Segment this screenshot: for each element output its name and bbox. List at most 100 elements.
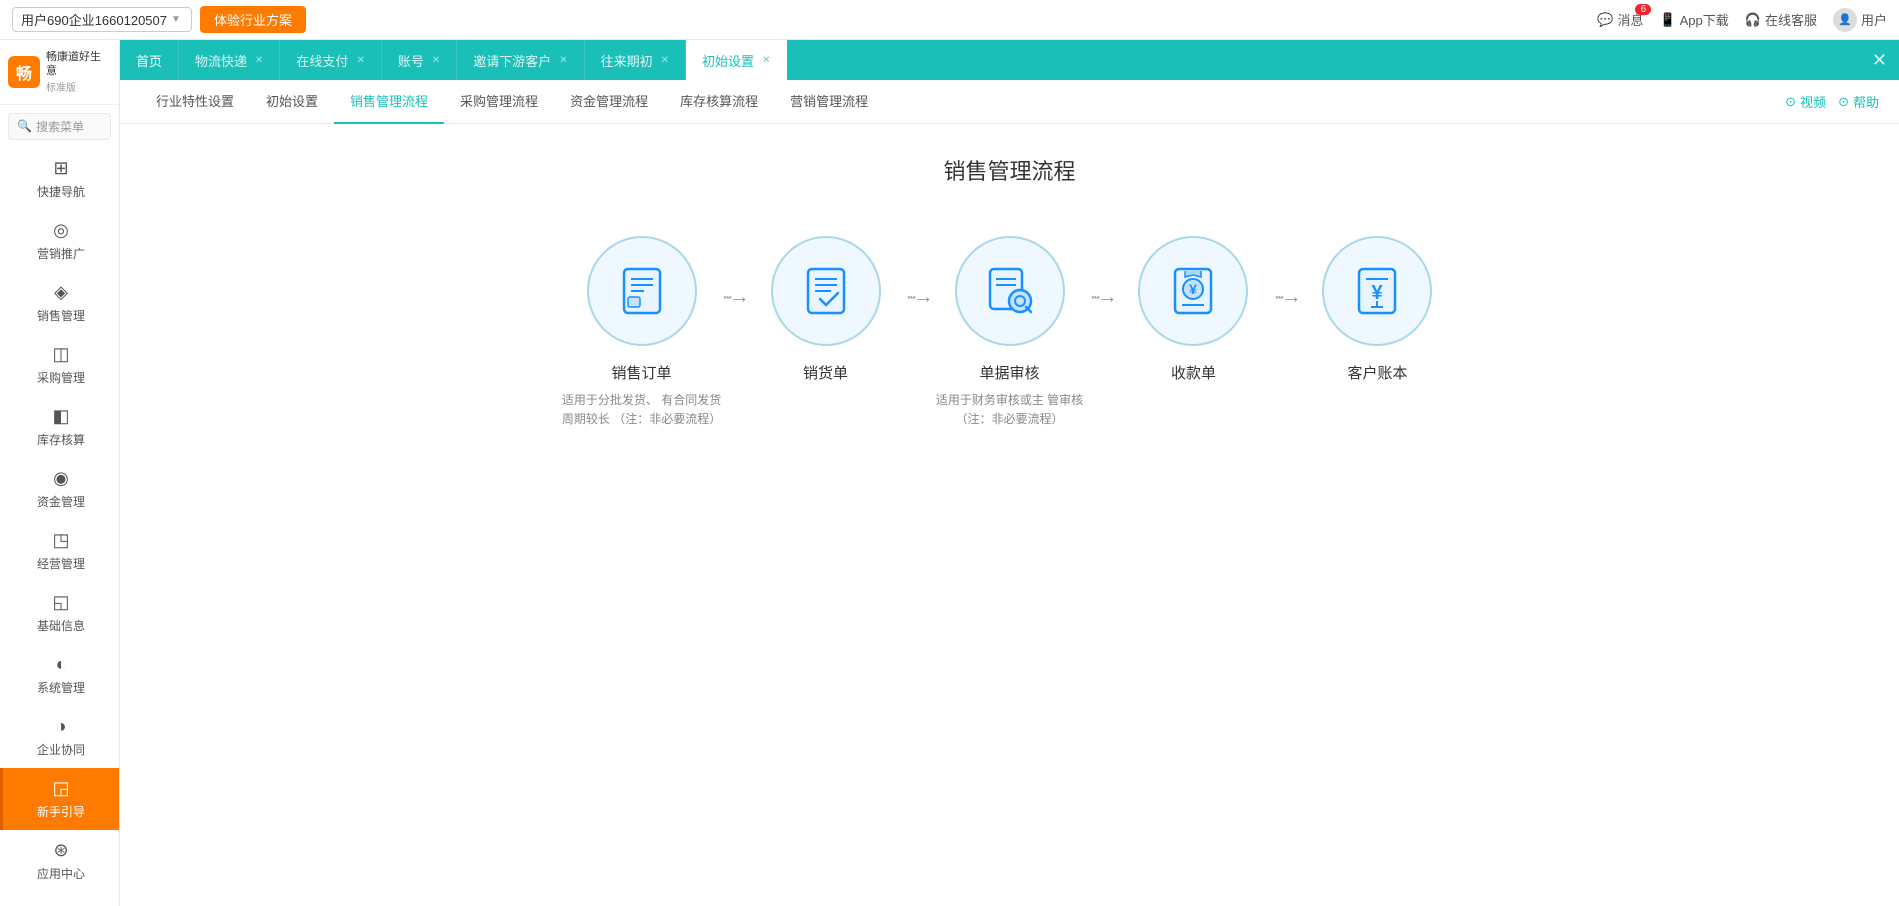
menu-icon-system-mgmt: ◐ (56, 654, 67, 675)
sub-tabs: 行业特性设置初始设置销售管理流程采购管理流程资金管理流程库存核算流程营销管理流程… (120, 80, 1899, 124)
user-name-label: 用户 (1861, 10, 1887, 29)
nav-tab-close-period-init[interactable]: ✕ (661, 55, 669, 66)
message-btn[interactable]: 💬 消息 6 (1597, 10, 1643, 29)
menu-icon-finance-mgmt: ◉ (53, 468, 69, 489)
nav-tab-close-logistics[interactable]: ✕ (255, 55, 263, 66)
nav-tab-logistics[interactable]: 物流快递 ✕ (179, 40, 280, 80)
help-link[interactable]: ⊙ 帮助 (1838, 92, 1879, 111)
sidebar-item-operations-mgmt[interactable]: ◳ 经营管理 (0, 520, 119, 582)
online-service-btn[interactable]: 🎧 在线客服 (1745, 10, 1817, 29)
nav-tab-close-account[interactable]: ✕ (432, 55, 440, 66)
flow-circle-sales-invoice (771, 236, 881, 346)
flow-step-name-doc-review: 单据审核 (979, 362, 1039, 383)
trial-btn[interactable]: 体验行业方案 (200, 6, 306, 33)
nav-tab-home[interactable]: 首页 (120, 40, 179, 80)
avatar: 👤 (1833, 8, 1857, 32)
flow-step-receipt[interactable]: ¥ 收款单 (1113, 236, 1273, 391)
flow-step-sales-order[interactable]: 销售订单适用于分批发货、 有合同发货周期较长 （注：非必要流程） (562, 236, 722, 429)
nav-tab-account[interactable]: 账号 ✕ (382, 40, 457, 80)
logo-icon: 畅 (8, 56, 40, 88)
menu-label-system-mgmt: 系统管理 (37, 679, 85, 696)
menu-icon-inventory: ◧ (52, 406, 69, 427)
flow-diagram: 销售订单适用于分批发货、 有合同发货周期较长 （注：非必要流程） ···→ 销货单… (160, 236, 1859, 429)
flow-circle-receipt: ¥ (1138, 236, 1248, 346)
logo-version: 标准版 (46, 79, 111, 94)
top-bar-left: 用户690企业1660120507 ▼ 体验行业方案 (12, 6, 306, 33)
search-btn[interactable]: 🔍 搜索菜单 (8, 113, 111, 140)
nav-tab-label-payment: 在线支付 (296, 51, 348, 70)
page-title: 销售管理流程 (160, 154, 1859, 186)
nav-tab-label-home: 首页 (136, 51, 162, 70)
flow-circle-doc-review (955, 236, 1065, 346)
nav-tab-close-invite-downstream[interactable]: ✕ (559, 55, 567, 66)
sidebar-item-purchase-mgmt[interactable]: ◫ 采购管理 (0, 334, 119, 396)
sidebar-item-app-center[interactable]: ⊛ 应用中心 (0, 830, 119, 892)
sidebar-item-new-user-guide[interactable]: ◲ 新手引导 (0, 768, 119, 830)
sidebar-item-basic-info[interactable]: ◱ 基础信息 (0, 582, 119, 644)
top-bar: 用户690企业1660120507 ▼ 体验行业方案 💬 消息 6 📱 App下… (0, 0, 1899, 40)
headset-icon: 🎧 (1745, 12, 1761, 28)
user-selector[interactable]: 用户690企业1660120507 ▼ (12, 7, 192, 32)
nav-close-all-btn[interactable]: ✕ (1860, 50, 1899, 71)
sub-tab-industry-settings[interactable]: 行业特性设置 (140, 80, 250, 124)
sidebar-item-finance-mgmt[interactable]: ◉ 资金管理 (0, 458, 119, 520)
flow-step-desc-sales-order: 适用于分批发货、 有合同发货周期较长 （注：非必要流程） (562, 391, 722, 429)
search-label: 搜索菜单 (36, 118, 84, 135)
video-link[interactable]: ⊙ 视频 (1785, 92, 1826, 111)
flow-circle-customer-ledger: ¥ (1322, 236, 1432, 346)
flow-step-name-sales-order: 销售订单 (612, 362, 672, 383)
nav-tab-label-account: 账号 (398, 51, 424, 70)
menu-icon-sales-mgmt: ◈ (54, 282, 68, 303)
nav-tab-initial-setup[interactable]: 初始设置✕ (686, 40, 787, 80)
flow-arrow-4: ···→ (1273, 236, 1297, 309)
sidebar: 畅 畅康道好生意 标准版 🔍 搜索菜单 ⊞ 快捷导航◎ 营销推广◈ 销售管理◫ … (0, 40, 120, 906)
sub-tab-inventory-flow[interactable]: 库存核算流程 (664, 80, 774, 124)
flow-step-name-sales-invoice: 销货单 (803, 362, 848, 383)
app-download-label: App下载 (1680, 10, 1729, 29)
menu-label-inventory: 库存核算 (37, 431, 85, 448)
menu-icon-purchase-mgmt: ◫ (52, 344, 69, 365)
sidebar-item-enterprise-wechat[interactable]: ◫ 企业微信 (0, 892, 119, 906)
sidebar-item-marketing-promo[interactable]: ◎ 营销推广 (0, 210, 119, 272)
menu-icon-quick-nav: ⊞ (53, 158, 68, 179)
app-download-btn[interactable]: 📱 App下载 (1659, 10, 1728, 29)
sidebar-item-system-mgmt[interactable]: ◐ 系统管理 (0, 644, 119, 706)
flow-step-sales-invoice[interactable]: 销货单 (746, 236, 906, 391)
nav-tab-close-initial-setup[interactable]: ✕ (762, 55, 770, 66)
sidebar-item-quick-nav[interactable]: ⊞ 快捷导航 (0, 148, 119, 210)
menu-label-new-user-guide: 新手引导 (37, 803, 85, 820)
page-content: 销售管理流程 销售订单适用于分批发货、 有合同发货周期较长 （注：非必要流程） ·… (120, 124, 1899, 906)
top-bar-right: 💬 消息 6 📱 App下载 🎧 在线客服 👤 用户 (1597, 8, 1887, 32)
nav-tab-invite-downstream[interactable]: 邀请下游客户 ✕ (457, 40, 584, 80)
user-profile-btn[interactable]: 👤 用户 (1833, 8, 1887, 32)
nav-tab-label-invite-downstream: 邀请下游客户 (473, 51, 551, 70)
sub-tab-sales-flow[interactable]: 销售管理流程 (334, 80, 444, 124)
sidebar-item-sales-mgmt[interactable]: ◈ 销售管理 (0, 272, 119, 334)
nav-tab-period-init[interactable]: 往来期初✕ (585, 40, 686, 80)
menu-icon-operations-mgmt: ◳ (52, 530, 69, 551)
flow-step-customer-ledger[interactable]: ¥ 客户账本 (1297, 236, 1457, 391)
menu-label-quick-nav: 快捷导航 (37, 183, 85, 200)
nav-tab-payment[interactable]: 在线支付 ✕ (280, 40, 381, 80)
online-service-label: 在线客服 (1765, 10, 1817, 29)
flow-arrow-3: ···→ (1090, 236, 1114, 309)
flow-step-doc-review[interactable]: 单据审核适用于财务审核或主 管审核 （注：非必要流程） (930, 236, 1090, 429)
user-selector-text: 用户690企业1660120507 (21, 10, 167, 29)
sub-tab-purchase-flow[interactable]: 采购管理流程 (444, 80, 554, 124)
logo-text: 畅康道好生意 (46, 50, 111, 79)
nav-tab-close-payment[interactable]: ✕ (356, 55, 364, 66)
message-icon: 💬 (1597, 12, 1613, 28)
sub-tab-initial-setup[interactable]: 初始设置 (250, 80, 334, 124)
nav-tab-label-logistics: 物流快递 (195, 51, 247, 70)
sub-tab-right: ⊙ 视频 ⊙ 帮助 (1785, 92, 1879, 111)
sub-tab-finance-flow[interactable]: 资金管理流程 (554, 80, 664, 124)
menu-label-enterprise-collab: 企业协同 (37, 741, 85, 758)
sub-tab-marketing-flow[interactable]: 营销管理流程 (774, 80, 884, 124)
menu-label-purchase-mgmt: 采购管理 (37, 369, 85, 386)
menu-label-operations-mgmt: 经营管理 (37, 555, 85, 572)
sidebar-menu: ⊞ 快捷导航◎ 营销推广◈ 销售管理◫ 采购管理◧ 库存核算◉ 资金管理◳ 经营… (0, 148, 119, 906)
sidebar-item-enterprise-collab[interactable]: ◑ 企业协同 (0, 706, 119, 768)
sidebar-search[interactable]: 🔍 搜索菜单 (0, 105, 119, 148)
sidebar-logo: 畅 畅康道好生意 标准版 (0, 40, 119, 105)
sidebar-item-inventory[interactable]: ◧ 库存核算 (0, 396, 119, 458)
